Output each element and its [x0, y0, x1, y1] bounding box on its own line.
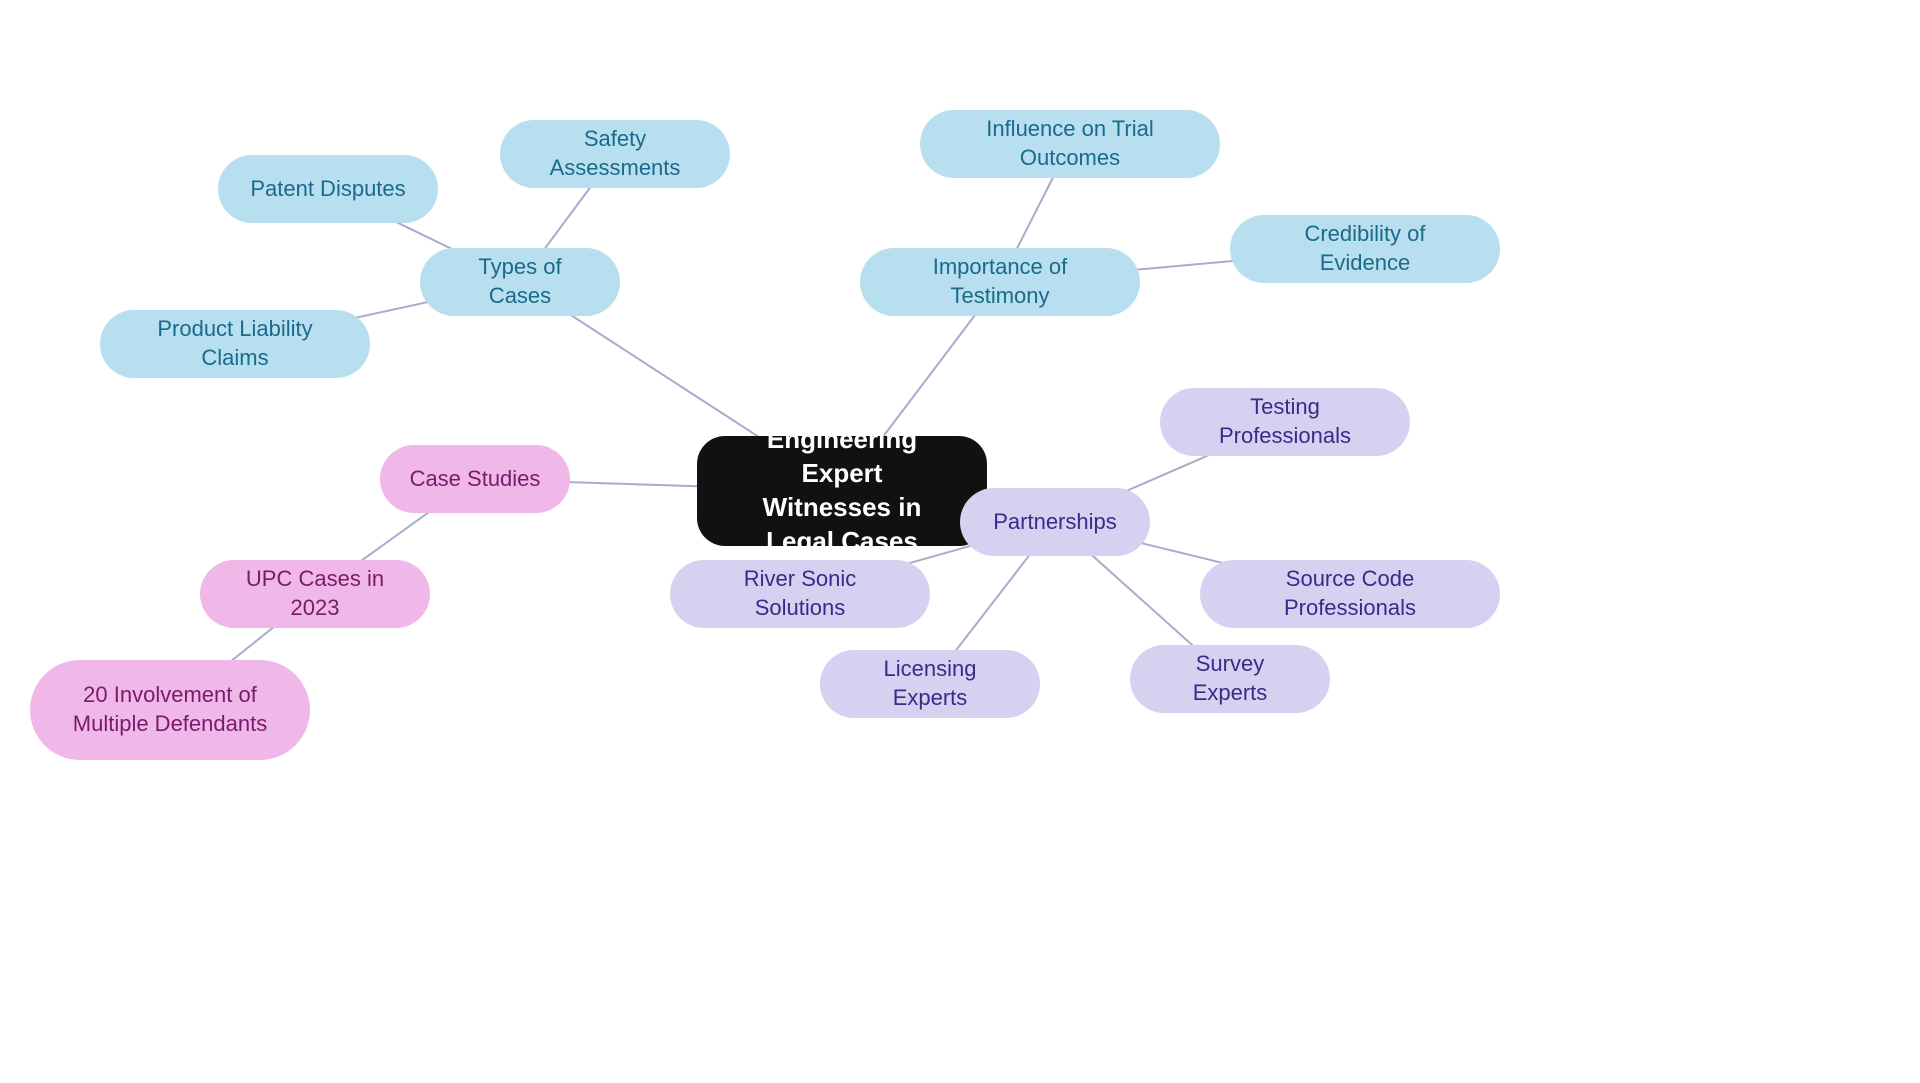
node-survey-experts[interactable]: Survey Experts: [1130, 645, 1330, 713]
node-testing-professionals[interactable]: Testing Professionals: [1160, 388, 1410, 456]
node-involvement[interactable]: 20 Involvement of Multiple Defendants: [30, 660, 310, 760]
mindmap-canvas: Engineering Expert Witnesses in Legal Ca…: [0, 0, 1920, 1083]
node-upc-cases[interactable]: UPC Cases in 2023: [200, 560, 430, 628]
node-importance-testimony[interactable]: Importance of Testimony: [860, 248, 1140, 316]
node-types-of-cases[interactable]: Types of Cases: [420, 248, 620, 316]
node-safety-assessments[interactable]: Safety Assessments: [500, 120, 730, 188]
node-case-studies[interactable]: Case Studies: [380, 445, 570, 513]
node-river-sonic[interactable]: River Sonic Solutions: [670, 560, 930, 628]
node-influence-trial[interactable]: Influence on Trial Outcomes: [920, 110, 1220, 178]
node-product-liability[interactable]: Product Liability Claims: [100, 310, 370, 378]
node-licensing-experts[interactable]: Licensing Experts: [820, 650, 1040, 718]
center-node[interactable]: Engineering Expert Witnesses in Legal Ca…: [697, 436, 987, 546]
node-source-code[interactable]: Source Code Professionals: [1200, 560, 1500, 628]
node-credibility-evidence[interactable]: Credibility of Evidence: [1230, 215, 1500, 283]
node-patent-disputes[interactable]: Patent Disputes: [218, 155, 438, 223]
node-partnerships[interactable]: Partnerships: [960, 488, 1150, 556]
